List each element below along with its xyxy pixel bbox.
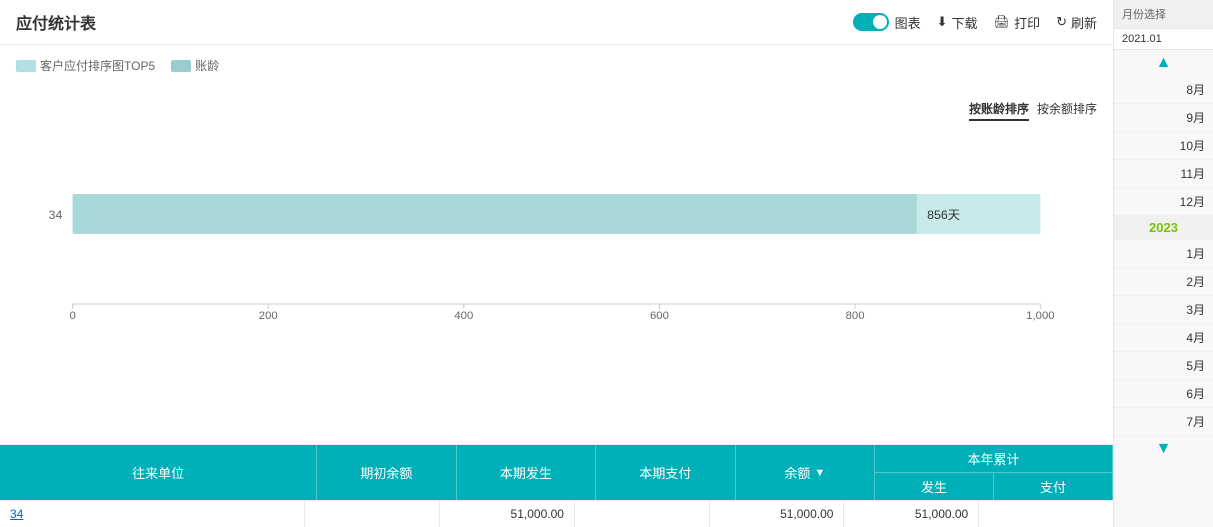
cell-unit[interactable]: 34	[0, 501, 305, 527]
sidebar-month-1[interactable]: 1月	[1114, 240, 1213, 268]
print-button[interactable]: 🖨 打印	[994, 13, 1041, 32]
sidebar-month-8[interactable]: 8月	[1114, 76, 1213, 104]
svg-text:200: 200	[259, 310, 278, 322]
print-icon: 🖨	[994, 14, 1011, 30]
page-title: 应付统计表	[16, 10, 96, 34]
cell-year-occur: 51,000.00	[844, 501, 979, 527]
svg-text:600: 600	[650, 310, 669, 322]
legend-item-age: 账龄	[171, 57, 219, 74]
sidebar-year-2023: 2023	[1114, 216, 1213, 240]
refresh-label: 刷新	[1071, 13, 1097, 32]
download-button[interactable]: ⬇ 下载	[937, 13, 978, 32]
print-label: 打印	[1014, 13, 1040, 32]
download-icon: ⬇	[937, 14, 948, 30]
sidebar-month-6[interactable]: 6月	[1114, 380, 1213, 408]
th-unit: 往来单位	[0, 445, 317, 500]
svg-text:0: 0	[69, 310, 75, 322]
sidebar-month-4[interactable]: 4月	[1114, 324, 1213, 352]
sidebar-month-11[interactable]: 11月	[1114, 160, 1213, 188]
sidebar-month-5[interactable]: 5月	[1114, 352, 1213, 380]
legend-item-bar: 客户应付排序图TOP5	[16, 57, 155, 74]
right-sidebar: 月份选择 2021.01 ▲ 8月 9月 10月 11月 12月 2023 1月…	[1113, 0, 1213, 527]
th-year-occur: 发生	[875, 473, 994, 500]
cell-current-pay	[575, 501, 710, 527]
sidebar-month-3[interactable]: 3月	[1114, 296, 1213, 324]
sidebar-up-btn[interactable]: ▲	[1114, 50, 1213, 76]
th-balance-label: 余额	[784, 463, 810, 482]
header-actions: 图表 ⬇ 下载 🖨 打印 ↻ 刷新	[853, 13, 1097, 32]
sidebar-month-9[interactable]: 9月	[1114, 104, 1213, 132]
chart-area: 客户应付排序图TOP5 账龄 按账龄排序 按余额排序 34	[0, 45, 1113, 444]
svg-text:800: 800	[846, 310, 865, 322]
svg-text:400: 400	[454, 310, 473, 322]
cell-current-occur: 51,000.00	[440, 501, 575, 527]
legend-color-age	[171, 60, 191, 72]
refresh-button[interactable]: ↻ 刷新	[1056, 13, 1097, 32]
th-year-pay: 支付	[994, 473, 1112, 500]
th-current-pay: 本期支付	[596, 445, 735, 500]
sidebar-current-date: 2021.01	[1114, 29, 1213, 50]
cell-balance: 51,000.00	[710, 501, 845, 527]
bar-chart-svg: 34 856天 0 200 400 600 800 1,000	[16, 84, 1097, 344]
sidebar-month-12[interactable]: 12月	[1114, 188, 1213, 216]
svg-text:34: 34	[49, 208, 63, 222]
bar-chart: 34 856天 0 200 400 600 800 1,000	[16, 84, 1097, 344]
sidebar-down-btn[interactable]: ▼	[1114, 436, 1213, 462]
sidebar-month-2[interactable]: 2月	[1114, 268, 1213, 296]
legend-color-bar	[16, 60, 36, 72]
sidebar-month-header: 月份选择	[1114, 0, 1213, 29]
chart-toggle-wrapper[interactable]: 图表	[853, 13, 921, 32]
page-header: 应付统计表 图表 ⬇ 下载 🖨 打印 ↻ 刷新	[0, 0, 1113, 45]
legend-label-1: 客户应付排序图TOP5	[40, 57, 155, 74]
download-label: 下载	[952, 13, 978, 32]
table-row: 34 51,000.00 51,000.00 51,000.00	[0, 500, 1113, 527]
chart-label: 图表	[895, 13, 921, 32]
chart-legend: 客户应付排序图TOP5 账龄	[16, 57, 1097, 74]
sidebar-month-10[interactable]: 10月	[1114, 132, 1213, 160]
chart-toggle[interactable]	[853, 13, 889, 31]
refresh-icon: ↻	[1056, 14, 1067, 30]
unit-link[interactable]: 34	[10, 507, 23, 521]
svg-text:856天: 856天	[927, 208, 960, 222]
sidebar-month-7[interactable]: 7月	[1114, 408, 1213, 436]
svg-text:1,000: 1,000	[1026, 310, 1054, 322]
legend-label-2: 账龄	[195, 57, 219, 74]
cell-year-pay	[979, 501, 1113, 527]
filter-icon[interactable]: ▼	[814, 467, 825, 479]
th-balance: 余额 ▼	[736, 445, 875, 500]
th-current-occur: 本期发生	[457, 445, 596, 500]
cell-period-balance	[305, 501, 440, 527]
table-header-row: 往来单位 期初余额 本期发生 本期支付 余额 ▼ 本年累计 发生 支付	[0, 445, 1113, 500]
th-year-total-sub: 发生 支付	[875, 473, 1112, 500]
data-table: 往来单位 期初余额 本期发生 本期支付 余额 ▼ 本年累计 发生 支付	[0, 444, 1113, 527]
th-year-total-label: 本年累计	[875, 445, 1112, 473]
th-period-balance: 期初余额	[317, 445, 456, 500]
th-year-total: 本年累计 发生 支付	[875, 445, 1113, 500]
